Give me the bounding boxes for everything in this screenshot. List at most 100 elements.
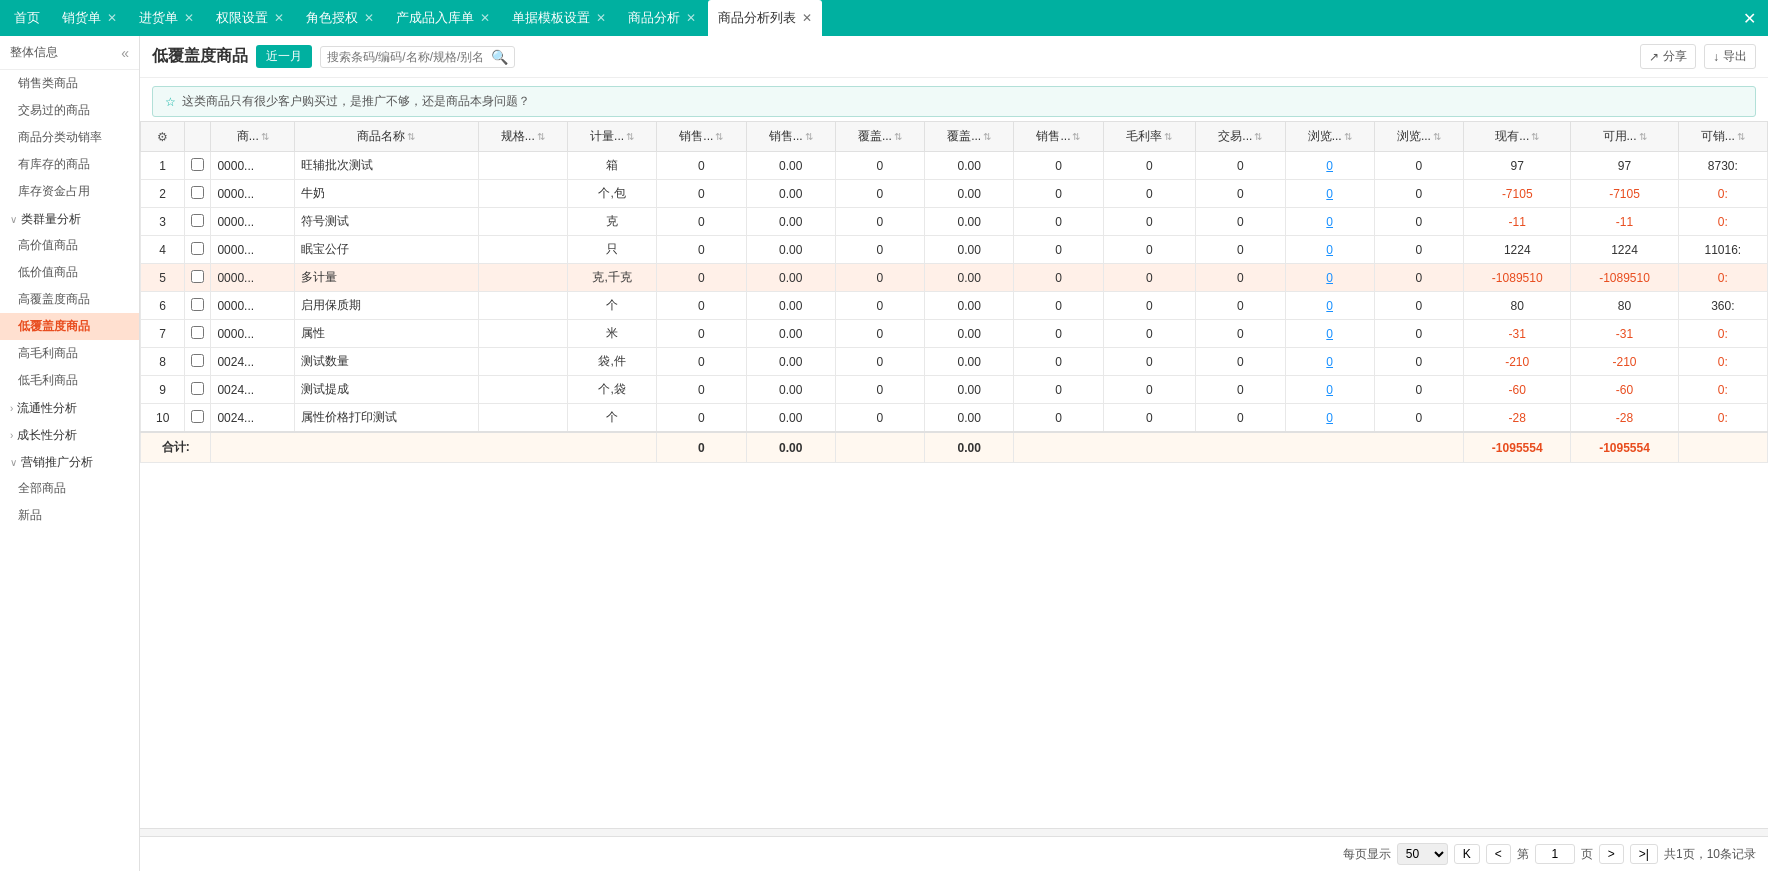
export-button[interactable]: ↓ 导出 xyxy=(1704,44,1756,69)
td-name: 测试数量 xyxy=(295,348,479,376)
th-coverage1[interactable]: 覆盖...⇅ xyxy=(835,122,924,152)
sidebar-item-high-value[interactable]: 高价值商品 xyxy=(0,232,139,259)
td-sales3: 0 xyxy=(1014,404,1103,433)
scrollbar[interactable] xyxy=(140,828,1768,836)
nav-close-goods-analysis-list[interactable]: ✕ xyxy=(802,11,812,25)
sidebar-item-category-turnover[interactable]: 商品分类动销率 xyxy=(0,124,139,151)
th-spec[interactable]: 规格...⇅ xyxy=(478,122,567,152)
td-sellable: 0: xyxy=(1678,208,1767,236)
date-filter-button[interactable]: 近一月 xyxy=(256,45,312,68)
td-view1[interactable]: 0 xyxy=(1285,152,1374,180)
td-view1[interactable]: 0 xyxy=(1285,376,1374,404)
th-transaction[interactable]: 交易...⇅ xyxy=(1196,122,1285,152)
sidebar-group-class-analysis[interactable]: ∨ 类群量分析 xyxy=(0,205,139,232)
td-view1[interactable]: 0 xyxy=(1285,404,1374,433)
settings-icon[interactable]: ⚙ xyxy=(157,130,168,144)
search-input[interactable] xyxy=(327,50,487,64)
th-available[interactable]: 可用...⇅ xyxy=(1571,122,1678,152)
sidebar-group-growth[interactable]: › 成长性分析 xyxy=(0,421,139,448)
sidebar-item-inventory-capital[interactable]: 库存资金占用 xyxy=(0,178,139,205)
th-view2[interactable]: 浏览...⇅ xyxy=(1374,122,1463,152)
sidebar-item-stocked-goods[interactable]: 有库存的商品 xyxy=(0,151,139,178)
td-sales3: 0 xyxy=(1014,376,1103,404)
td-spec xyxy=(478,404,567,433)
td-view1[interactable]: 0 xyxy=(1285,264,1374,292)
search-icon[interactable]: 🔍 xyxy=(491,49,508,65)
td-checkbox[interactable] xyxy=(185,404,211,433)
td-checkbox[interactable] xyxy=(185,208,211,236)
th-settings[interactable]: ⚙ xyxy=(141,122,185,152)
th-gross-margin[interactable]: 毛利率⇅ xyxy=(1103,122,1196,152)
th-sales-qty[interactable]: 销售...⇅ xyxy=(657,122,746,152)
sort-icon-coverage2: ⇅ xyxy=(983,131,991,142)
nav-production[interactable]: 产成品入库单 ✕ xyxy=(386,0,500,36)
sidebar-item-low-coverage[interactable]: 低覆盖度商品 xyxy=(0,313,139,340)
first-page-button[interactable]: K xyxy=(1454,844,1480,864)
td-available: 97 xyxy=(1571,152,1678,180)
th-unit[interactable]: 计量...⇅ xyxy=(567,122,656,152)
sidebar-item-traded-goods[interactable]: 交易过的商品 xyxy=(0,97,139,124)
th-code[interactable]: 商...⇅ xyxy=(211,122,295,152)
td-checkbox[interactable] xyxy=(185,292,211,320)
sidebar-item-all-goods[interactable]: 全部商品 xyxy=(0,475,139,502)
totals-sellable xyxy=(1678,432,1767,463)
td-view1[interactable]: 0 xyxy=(1285,348,1374,376)
td-checkbox[interactable] xyxy=(185,320,211,348)
next-page-button[interactable]: > xyxy=(1599,844,1624,864)
per-page-select[interactable]: 50 20 100 xyxy=(1397,843,1448,865)
th-sellable[interactable]: 可销...⇅ xyxy=(1678,122,1767,152)
td-view1[interactable]: 0 xyxy=(1285,292,1374,320)
th-sales3[interactable]: 销售...⇅ xyxy=(1014,122,1103,152)
td-checkbox[interactable] xyxy=(185,236,211,264)
page-number-input[interactable] xyxy=(1535,844,1575,864)
td-checkbox[interactable] xyxy=(185,376,211,404)
sidebar-group-marketing[interactable]: ∨ 营销推广分析 xyxy=(0,448,139,475)
td-checkbox[interactable] xyxy=(185,264,211,292)
info-icon: ☆ xyxy=(165,95,176,109)
share-button[interactable]: ↗ 分享 xyxy=(1640,44,1696,69)
td-sales-amt: 0.00 xyxy=(746,152,835,180)
td-checkbox[interactable] xyxy=(185,348,211,376)
td-sales-amt: 0.00 xyxy=(746,292,835,320)
nav-close-template[interactable]: ✕ xyxy=(596,11,606,25)
td-view1[interactable]: 0 xyxy=(1285,236,1374,264)
nav-purchase-order[interactable]: 进货单 ✕ xyxy=(129,0,204,36)
prev-page-button[interactable]: < xyxy=(1486,844,1511,864)
nav-sales-order[interactable]: 销货单 ✕ xyxy=(52,0,127,36)
window-close-button[interactable]: ✕ xyxy=(1735,9,1764,28)
nav-close-goods-analysis[interactable]: ✕ xyxy=(686,11,696,25)
nav-goods-analysis[interactable]: 商品分析 ✕ xyxy=(618,0,706,36)
td-checkbox[interactable] xyxy=(185,180,211,208)
sidebar-item-high-margin[interactable]: 高毛利商品 xyxy=(0,340,139,367)
nav-close-purchase-order[interactable]: ✕ xyxy=(184,11,194,25)
sidebar-item-new-goods[interactable]: 新品 xyxy=(0,502,139,529)
td-row-no: 10 xyxy=(141,404,185,433)
nav-permission[interactable]: 权限设置 ✕ xyxy=(206,0,294,36)
sidebar-group-circulation[interactable]: › 流通性分析 xyxy=(0,394,139,421)
td-view1[interactable]: 0 xyxy=(1285,208,1374,236)
sidebar-item-low-value[interactable]: 低价值商品 xyxy=(0,259,139,286)
nav-role[interactable]: 角色授权 ✕ xyxy=(296,0,384,36)
th-current-stock[interactable]: 现有...⇅ xyxy=(1464,122,1571,152)
sidebar-item-high-coverage[interactable]: 高覆盖度商品 xyxy=(0,286,139,313)
th-view1[interactable]: 浏览...⇅ xyxy=(1285,122,1374,152)
th-sales-amt[interactable]: 销售...⇅ xyxy=(746,122,835,152)
td-view2: 0 xyxy=(1374,320,1463,348)
nav-template[interactable]: 单据模板设置 ✕ xyxy=(502,0,616,36)
th-name[interactable]: 商品名称⇅ xyxy=(295,122,479,152)
th-coverage2[interactable]: 覆盖...⇅ xyxy=(925,122,1014,152)
nav-close-permission[interactable]: ✕ xyxy=(274,11,284,25)
td-view1[interactable]: 0 xyxy=(1285,320,1374,348)
nav-goods-analysis-list[interactable]: 商品分析列表 ✕ xyxy=(708,0,822,36)
last-page-button[interactable]: >| xyxy=(1630,844,1658,864)
nav-close-sales-order[interactable]: ✕ xyxy=(107,11,117,25)
nav-home[interactable]: 首页 xyxy=(4,0,50,36)
sidebar-collapse-btn[interactable]: « xyxy=(121,45,129,61)
td-view1[interactable]: 0 xyxy=(1285,180,1374,208)
sidebar-item-low-margin[interactable]: 低毛利商品 xyxy=(0,367,139,394)
sidebar-header[interactable]: 整体信息 « xyxy=(0,36,139,70)
sidebar-item-sales-goods[interactable]: 销售类商品 xyxy=(0,70,139,97)
nav-close-role[interactable]: ✕ xyxy=(364,11,374,25)
td-checkbox[interactable] xyxy=(185,152,211,180)
nav-close-production[interactable]: ✕ xyxy=(480,11,490,25)
